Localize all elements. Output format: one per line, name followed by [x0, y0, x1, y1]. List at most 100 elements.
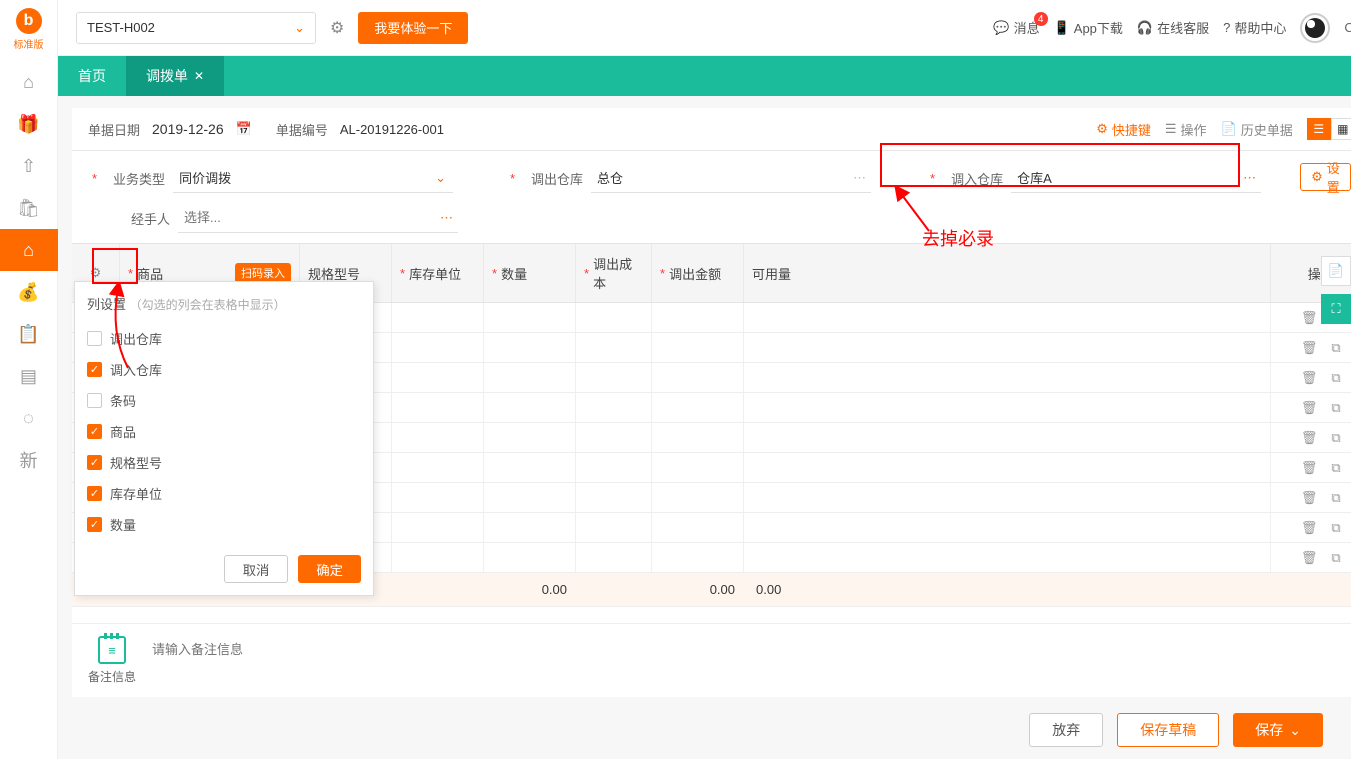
column-option[interactable]: 单位2 [87, 540, 361, 543]
online-service-link[interactable]: 🎧 在线客服 [1137, 18, 1209, 37]
chevron-down-icon: ⌄ [1289, 722, 1301, 739]
doc-header: 单据日期 2019-12-26 📅 单据编号 AL-20191226-001 ⚙… [72, 108, 1351, 151]
copy-icon[interactable]: ⧉ [1331, 370, 1340, 386]
sidebar-item-money[interactable]: 💰 [0, 271, 58, 313]
tab-home[interactable]: 首页 [58, 56, 126, 96]
expand-icon[interactable]: ⛶ [1321, 294, 1351, 324]
delete-icon[interactable]: 🗑 [1301, 310, 1318, 326]
save-draft-button[interactable]: 保存草稿 [1117, 713, 1219, 747]
settings-button[interactable]: ⚙ 设置 [1300, 163, 1351, 191]
help-icon: ? [1223, 20, 1230, 35]
in-warehouse-field: * 调入仓库 ⋯ [930, 163, 1256, 193]
sidebar-item-clipboard[interactable]: 📋 [0, 313, 58, 355]
phone-icon: 📱 [1054, 20, 1070, 36]
tenant-name: TEST-H002 [87, 20, 155, 35]
view-toggle: ☰ ▦ [1307, 118, 1351, 140]
logo: b 标准版 [0, 8, 58, 51]
doc-no-label: 单据编号 [276, 120, 328, 139]
tab-transfer-order[interactable]: 调拨单 ✕ [126, 56, 224, 96]
sidebar-item-upload[interactable]: ⇧ [0, 145, 58, 187]
doc-date[interactable]: 2019-12-26 [152, 121, 224, 137]
column-settings-popup: 列设置 （勾选的列会在表格中显示） 调出仓库✓调入仓库条码✓商品✓规格型号✓库存… [74, 281, 374, 596]
copy-icon[interactable]: ⧉ [1331, 520, 1340, 536]
th-cost: *调出成本 [576, 244, 652, 302]
ok-button[interactable]: 确定 [298, 555, 361, 583]
message-icon: 💬 [993, 20, 1009, 36]
delete-icon[interactable]: 🗑 [1301, 550, 1318, 566]
checkbox-icon [87, 393, 102, 408]
user-name: C C [1344, 20, 1351, 35]
note-icon: ≡ [98, 636, 126, 664]
cancel-button[interactable]: 取消 [224, 555, 289, 583]
chevron-down-icon: ⌄ [294, 20, 305, 36]
sidebar-item-report[interactable]: ▤ [0, 355, 58, 397]
discard-button[interactable]: 放弃 [1029, 713, 1103, 747]
trial-button[interactable]: 我要体验一下 [358, 12, 468, 44]
delete-icon[interactable]: 🗑 [1301, 340, 1318, 356]
tenant-select[interactable]: TEST-H002 ⌄ [76, 12, 316, 44]
copy-icon[interactable]: ⧉ [1331, 430, 1340, 446]
column-option[interactable]: ✓调入仓库 [87, 354, 361, 385]
save-button[interactable]: 保存 ⌄ [1233, 713, 1323, 747]
footer-bar: 放弃 保存草稿 保存 ⌄ [72, 713, 1337, 747]
delete-icon[interactable]: 🗑 [1301, 490, 1318, 506]
column-option[interactable]: ✓库存单位 [87, 478, 361, 509]
copy-icon[interactable]: ⧉ [1331, 490, 1340, 506]
delete-icon[interactable]: 🗑 [1301, 460, 1318, 476]
app-download-link[interactable]: 📱 App下载 [1054, 18, 1123, 37]
sidebar-item-cycle[interactable]: ◌ [0, 397, 58, 439]
scan-badge[interactable]: 扫码录入 [235, 263, 291, 283]
copy-icon[interactable]: ⧉ [1331, 400, 1340, 416]
th-avail: 可用量 [744, 244, 1271, 302]
calendar-icon[interactable]: 📅 [236, 121, 252, 137]
sidebar-item-new[interactable]: 新 [0, 439, 58, 481]
handler-input[interactable] [178, 203, 458, 233]
ops-link[interactable]: ☰ 操作 [1165, 120, 1207, 139]
delete-icon[interactable]: 🗑 [1301, 520, 1318, 536]
checkbox-icon: ✓ [87, 455, 102, 470]
handler-field: 经手人 ⋯ [92, 203, 453, 233]
column-option[interactable]: 调出仓库 [87, 323, 361, 354]
in-warehouse-input[interactable] [1011, 163, 1261, 193]
gear-icon: ⚙ [1311, 169, 1323, 185]
copy-icon[interactable]: ⧉ [1331, 550, 1340, 566]
column-option[interactable]: ✓商品 [87, 416, 361, 447]
popup-subtitle: （勾选的列会在表格中显示） [130, 298, 286, 312]
doc-no: AL-20191226-001 [340, 122, 444, 137]
logo-icon: b [16, 8, 42, 34]
copy-icon[interactable]: ⧉ [1331, 460, 1340, 476]
column-option[interactable]: ✓数量 [87, 509, 361, 540]
message-badge: 4 [1034, 12, 1048, 26]
column-option[interactable]: 条码 [87, 385, 361, 416]
messages-link[interactable]: 💬 消息 4 [993, 18, 1039, 37]
delete-icon[interactable]: 🗑 [1301, 400, 1318, 416]
footer-amt: 0.00 [652, 573, 744, 606]
sidebar-item-home[interactable]: ⌂ [0, 61, 58, 103]
th-amt: *调出金额 [652, 244, 744, 302]
out-warehouse-input[interactable] [591, 163, 871, 193]
delete-icon[interactable]: 🗑 [1301, 430, 1318, 446]
headset-icon: 🎧 [1137, 20, 1153, 36]
out-warehouse-field: * 调出仓库 ⋯ [510, 163, 866, 193]
view-grid-button[interactable]: ▦ [1331, 118, 1351, 140]
sidebar-item-warehouse[interactable]: ⌂ [0, 229, 58, 271]
view-list-button[interactable]: ☰ [1307, 118, 1331, 140]
tab-bar-close-icon[interactable]: ✕ [1345, 56, 1351, 96]
biz-type-field: * 业务类型 ⌄ [92, 163, 446, 193]
sidebar-item-bag[interactable]: 🛍 [0, 187, 58, 229]
shortcut-link[interactable]: ⚙ 快捷键 [1096, 120, 1151, 139]
checkbox-icon: ✓ [87, 517, 102, 532]
copy-icon[interactable]: ⧉ [1331, 340, 1340, 356]
help-link[interactable]: ? 帮助中心 [1223, 18, 1286, 37]
close-icon[interactable]: ✕ [194, 69, 204, 83]
sidebar-item-gift[interactable]: 🎁 [0, 103, 58, 145]
remark-input[interactable] [152, 636, 1351, 663]
detail-icon[interactable]: 📄 [1321, 256, 1351, 286]
delete-icon[interactable]: 🗑 [1301, 370, 1318, 386]
avatar[interactable] [1300, 13, 1330, 43]
history-link[interactable]: 📄 历史单据 [1221, 120, 1293, 139]
footer-qty: 0.00 [484, 573, 576, 606]
column-option[interactable]: ✓规格型号 [87, 447, 361, 478]
biz-type-input[interactable] [173, 163, 453, 193]
gear-icon[interactable]: ⚙ [330, 18, 344, 38]
